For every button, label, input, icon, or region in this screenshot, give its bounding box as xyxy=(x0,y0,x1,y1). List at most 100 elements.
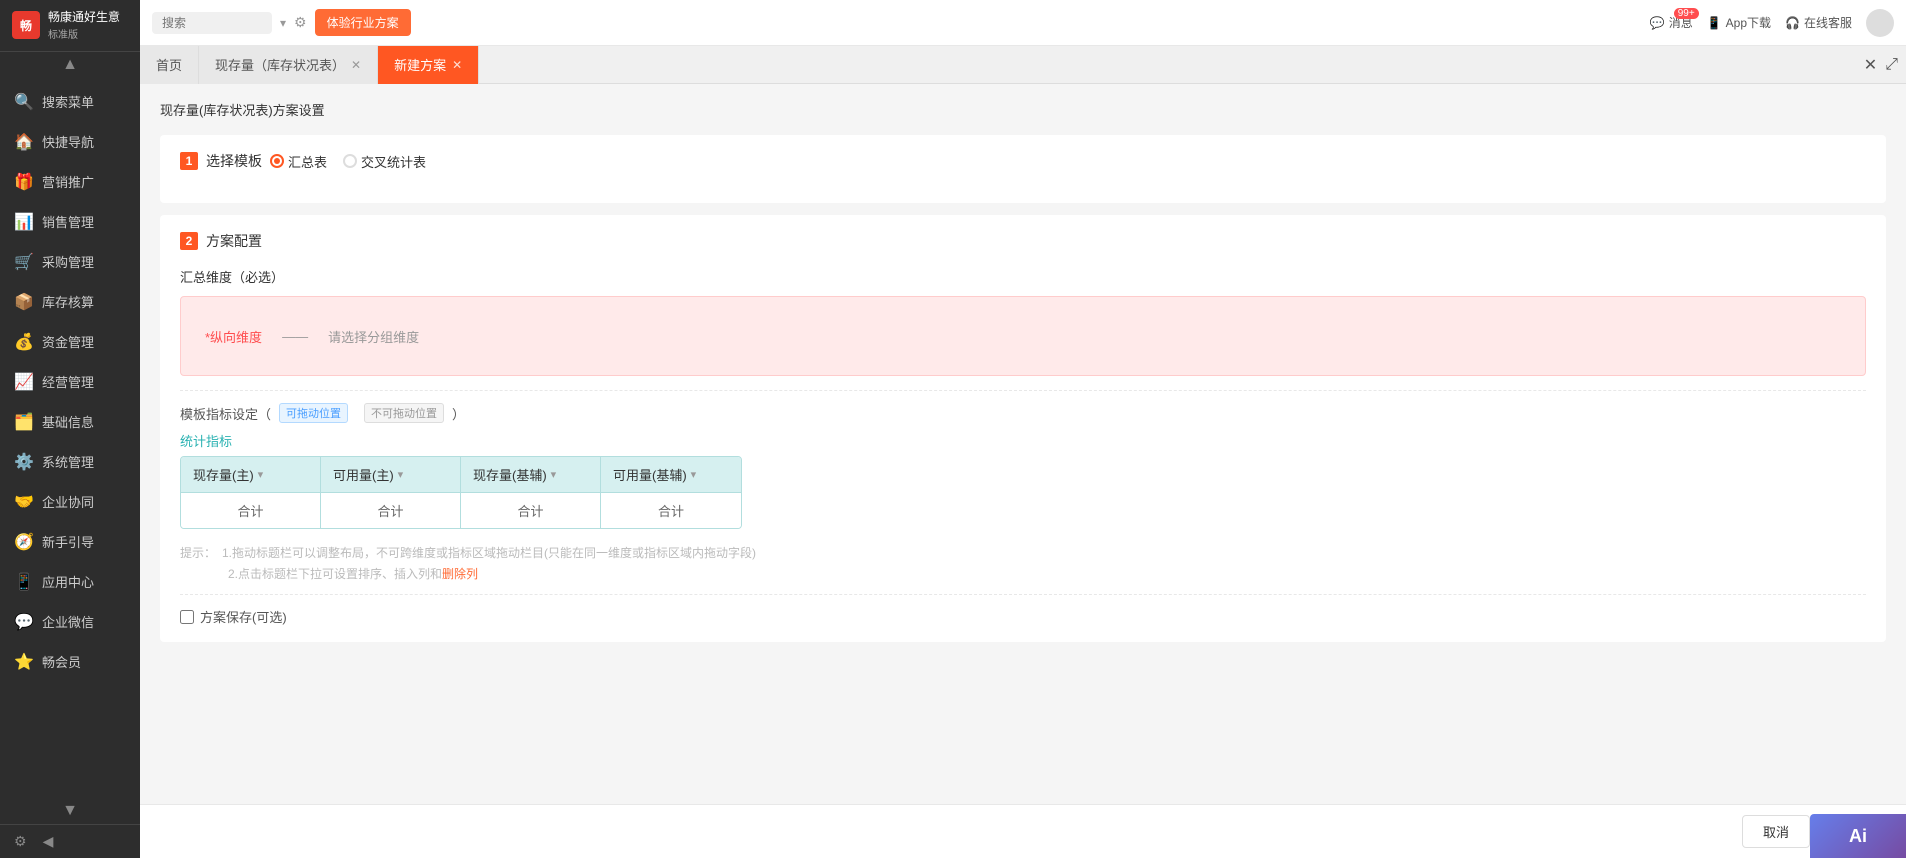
settings-icon[interactable]: ⚙ xyxy=(14,833,27,850)
non-draggable-badge: 不可拖动位置 xyxy=(364,403,444,423)
step2-header: 2 方案配置 xyxy=(180,231,1866,251)
sidebar-item-system[interactable]: ⚙️ 系统管理 xyxy=(0,442,140,482)
sidebar-item-purchase[interactable]: 🛒 采购管理 xyxy=(0,242,140,282)
service-icon: 🎧 xyxy=(1785,16,1800,30)
tab-expand-btn[interactable]: ⤢ xyxy=(1885,56,1898,74)
trial-button[interactable]: 体验行业方案 xyxy=(315,9,411,36)
coop-label: 企业协同 xyxy=(42,492,94,511)
step1-num: 1 xyxy=(180,152,198,170)
sidebar-item-sales[interactable]: 📊 销售管理 xyxy=(0,202,140,242)
basic-label: 基础信息 xyxy=(42,412,94,431)
step2-label: 方案配置 xyxy=(206,231,262,251)
tab-close-all-btn[interactable]: ✕ xyxy=(1864,55,1877,75)
tips-item-2: 2.点击标题栏下拉可设置排序、插入列和删除列 xyxy=(180,565,1866,582)
wechat-icon: 💬 xyxy=(14,612,34,632)
shortcut-icon: 🏠 xyxy=(14,132,34,152)
stats-col-3-header[interactable]: 现存量(基辅) ▾ xyxy=(461,457,601,492)
app-icon: 📱 xyxy=(1707,16,1722,30)
message-button[interactable]: 💬 消息 99+ xyxy=(1650,14,1693,31)
sidebar-item-coop[interactable]: 🤝 企业协同 xyxy=(0,482,140,522)
purchase-label: 采购管理 xyxy=(42,252,94,271)
collapse-icon[interactable]: ◀ xyxy=(43,833,54,850)
sidebar-item-shortcut[interactable]: 🏠 快捷导航 xyxy=(0,122,140,162)
message-icon: 💬 xyxy=(1650,16,1665,30)
save-checkbox[interactable] xyxy=(180,610,194,624)
sidebar-item-basic[interactable]: 🗂️ 基础信息 xyxy=(0,402,140,442)
sidebar-item-wechat[interactable]: 💬 企业微信 xyxy=(0,602,140,642)
logo-icon: 畅 xyxy=(12,11,40,39)
app-download-button[interactable]: 📱 App下载 xyxy=(1707,14,1771,31)
tab-inventory-close-icon[interactable]: ✕ xyxy=(351,58,361,72)
radio-cross[interactable]: 交叉统计表 xyxy=(343,152,426,171)
logo-name: 畅康通好生意 xyxy=(48,10,120,26)
vertical-dimension-label: *纵向维度 xyxy=(205,327,262,346)
dimension-dash: —— xyxy=(282,329,308,344)
stats-col-1-chevron-icon: ▾ xyxy=(258,468,264,481)
member-label: 畅会员 xyxy=(42,652,81,671)
footer-bar: 取消 查询 xyxy=(140,804,1906,858)
stats-col-1-header[interactable]: 现存量(主) ▾ xyxy=(181,457,321,492)
operations-icon: 📈 xyxy=(14,372,34,392)
radio-summary[interactable]: 汇总表 xyxy=(270,152,327,171)
topbar-right: 💬 消息 99+ 📱 App下载 🎧 在线客服 xyxy=(1650,9,1894,37)
stats-col-1-sub: 合计 xyxy=(181,493,321,528)
tab-new-plan-close-icon[interactable]: ✕ xyxy=(452,58,462,72)
inventory-icon: 📦 xyxy=(14,292,34,312)
stats-col-1-label: 现存量(主) xyxy=(193,465,254,484)
stats-table: 现存量(主) ▾ 可用量(主) ▾ 现存量(基辅) ▾ 可用量(基辅) xyxy=(180,456,742,529)
settings-topbar-icon[interactable]: ⚙ xyxy=(294,14,307,31)
sales-icon: 📊 xyxy=(14,212,34,232)
service-button[interactable]: 🎧 在线客服 xyxy=(1785,14,1852,31)
stats-col-4-chevron-icon: ▾ xyxy=(691,468,697,481)
sidebar-item-member[interactable]: ⭐ 畅会员 xyxy=(0,642,140,682)
sidebar-item-finance[interactable]: 💰 资金管理 xyxy=(0,322,140,362)
radio-summary-dot xyxy=(270,154,284,168)
search-input[interactable] xyxy=(152,12,272,34)
sidebar-item-search-menu[interactable]: 🔍 搜索菜单 xyxy=(0,82,140,122)
stats-col-4-header[interactable]: 可用量(基辅) ▾ xyxy=(601,457,741,492)
dimension-placeholder: 请选择分组维度 xyxy=(328,327,419,346)
dimension-section-title: 汇总维度（必选） xyxy=(180,267,1866,286)
coop-icon: 🤝 xyxy=(14,492,34,512)
search-menu-label: 搜索菜单 xyxy=(42,92,94,111)
topbar-left: ▾ ⚙ 体验行业方案 xyxy=(152,9,1642,36)
stats-col-2-header[interactable]: 可用量(主) ▾ xyxy=(321,457,461,492)
stats-col-3-sub-label: 合计 xyxy=(517,501,543,520)
dimension-zone[interactable]: *纵向维度 —— 请选择分组维度 xyxy=(180,296,1866,376)
inventory-label: 库存核算 xyxy=(42,292,94,311)
tab-inventory-status[interactable]: 现存量（库存状况表） ✕ xyxy=(199,46,378,84)
step1-header: 1 选择模板 汇总表 交叉统计表 xyxy=(180,151,1866,171)
stats-table-row: 合计 合计 合计 合计 xyxy=(181,492,741,528)
tips-highlight: 删除列 xyxy=(442,567,478,581)
sales-label: 销售管理 xyxy=(42,212,94,231)
sidebar-item-operations[interactable]: 📈 经营管理 xyxy=(0,362,140,402)
scroll-up-btn[interactable]: ▲ xyxy=(0,52,140,78)
ai-badge[interactable]: Ai xyxy=(1810,814,1906,858)
step1-label: 选择模板 xyxy=(206,151,262,171)
tab-new-plan[interactable]: 新建方案 ✕ xyxy=(378,46,479,84)
stats-col-2-label: 可用量(主) xyxy=(333,465,394,484)
purchase-icon: 🛒 xyxy=(14,252,34,272)
member-icon: ⭐ xyxy=(14,652,34,672)
sidebar-item-guide[interactable]: 🧭 新手引导 xyxy=(0,522,140,562)
scroll-down-btn[interactable]: ▼ xyxy=(0,798,140,824)
sidebar-item-inventory[interactable]: 📦 库存核算 xyxy=(0,282,140,322)
section-divider-2 xyxy=(180,594,1866,595)
ai-label: Ai xyxy=(1849,826,1867,847)
sidebar-nav: 🔍 搜索菜单 🏠 快捷导航 🎁 营销推广 📊 销售管理 🛒 采购管理 📦 库存核… xyxy=(0,78,140,798)
stats-section-title: 统计指标 xyxy=(180,431,1866,450)
message-badge: 99+ xyxy=(1674,8,1699,19)
sidebar-item-marketing[interactable]: 🎁 营销推广 xyxy=(0,162,140,202)
avatar[interactable] xyxy=(1866,9,1894,37)
cancel-button[interactable]: 取消 xyxy=(1742,815,1810,848)
search-chevron-icon[interactable]: ▾ xyxy=(280,16,286,30)
operations-label: 经营管理 xyxy=(42,372,94,391)
finance-label: 资金管理 xyxy=(42,332,94,351)
radio-cross-label: 交叉统计表 xyxy=(361,152,426,171)
sidebar-item-apps[interactable]: 📱 应用中心 xyxy=(0,562,140,602)
stats-table-header: 现存量(主) ▾ 可用量(主) ▾ 现存量(基辅) ▾ 可用量(基辅) xyxy=(181,457,741,492)
section-divider xyxy=(180,390,1866,391)
tab-home[interactable]: 首页 xyxy=(140,46,199,84)
stats-col-2-chevron-icon: ▾ xyxy=(398,468,404,481)
sidebar: 畅 畅康通好生意 标准版 ▲ 🔍 搜索菜单 🏠 快捷导航 🎁 营销推广 📊 销售… xyxy=(0,0,140,858)
